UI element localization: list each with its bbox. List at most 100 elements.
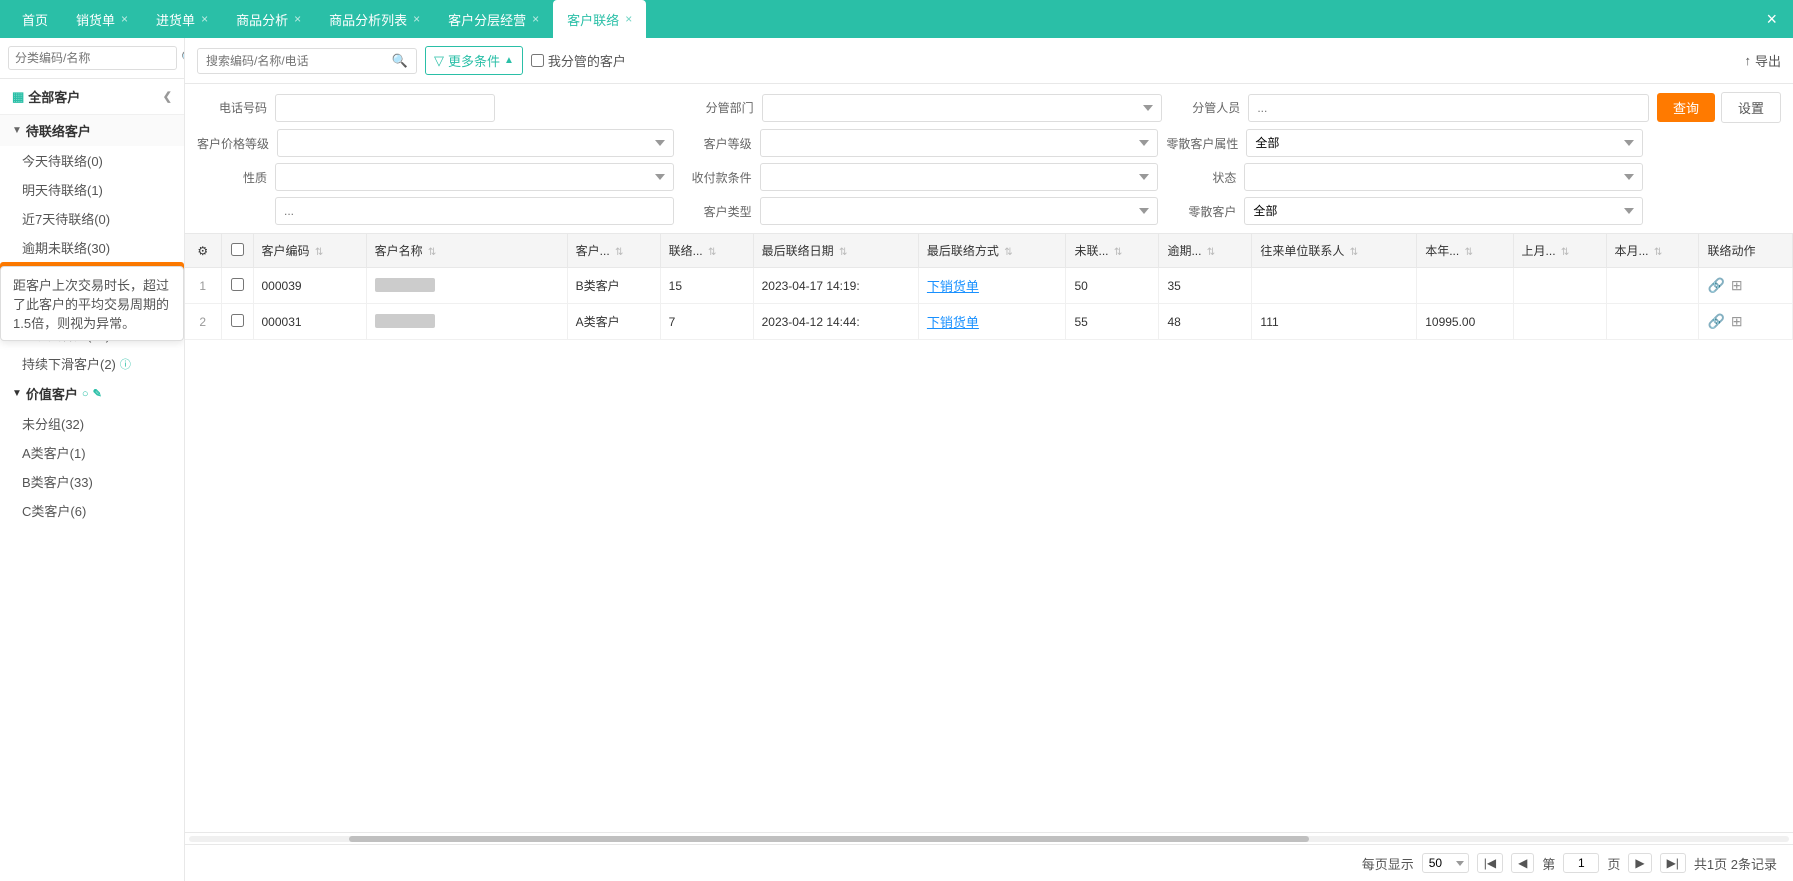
nav-customer-tier[interactable]: 客户分层经营 × bbox=[434, 0, 553, 38]
filter-field-nature: 性质 bbox=[197, 163, 674, 191]
sidebar-value-customers-header[interactable]: ▼ 价值客户 ○ ✎ bbox=[0, 378, 184, 409]
nav-purchase-order[interactable]: 进货单 × bbox=[142, 0, 222, 38]
row2-last-method-link[interactable]: 下销货单 bbox=[927, 315, 979, 330]
sidebar-group-pending-header[interactable]: ▼ 待联络客户 bbox=[0, 115, 184, 146]
toolbar-search-icon[interactable]: 🔍 bbox=[392, 53, 408, 69]
filter-label-price-level: 客户价格等级 bbox=[197, 135, 269, 152]
filter-input-phone[interactable] bbox=[275, 94, 495, 122]
content-area: 🔍 ▽ 更多条件 ▲ 我分管的客户 ↑ 导出 电话号码 bbox=[185, 38, 1793, 881]
th-contact-person[interactable]: 往来单位联系人 ⇅ bbox=[1252, 234, 1417, 268]
my-customer-checkbox[interactable] bbox=[531, 54, 544, 67]
nav-product-analysis-list[interactable]: 商品分析列表 × bbox=[315, 0, 434, 38]
page-number-input[interactable] bbox=[1563, 853, 1599, 873]
th-customer-name[interactable]: 客户名称 ⇅ bbox=[366, 234, 567, 268]
th-contact-count[interactable]: 联络... ⇅ bbox=[660, 234, 753, 268]
filter-label-retail-attr: 零散客户属性 bbox=[1166, 135, 1238, 152]
edit2-icon-value-customers[interactable]: ✎ bbox=[93, 387, 102, 400]
filter-label-customer-level: 客户等级 bbox=[682, 135, 752, 152]
filter-label-status: 状态 bbox=[1166, 169, 1236, 186]
th-unlisted[interactable]: 未联... ⇅ bbox=[1066, 234, 1159, 268]
prev-page-button[interactable]: ◀ bbox=[1511, 853, 1534, 873]
nav-sales-order-close[interactable]: × bbox=[121, 12, 128, 26]
table-body: 1 000039 B类客户 15 2023-04-17 14:19: 下销货单 … bbox=[185, 268, 1793, 340]
page-size-select[interactable]: 50 20 100 bbox=[1422, 853, 1469, 873]
sidebar-item-tomorrow-pending[interactable]: 明天待联络(1) bbox=[0, 175, 184, 204]
last-page-button[interactable]: ▶| bbox=[1660, 853, 1686, 873]
row2-checkbox[interactable] bbox=[231, 314, 244, 327]
nav-home[interactable]: 首页 bbox=[8, 0, 62, 38]
filter-select-status[interactable] bbox=[1244, 163, 1643, 191]
th-customer-type[interactable]: 客户... ⇅ bbox=[567, 234, 660, 268]
nav-customer-contact[interactable]: 客户联络 × bbox=[553, 0, 646, 38]
select-all-checkbox[interactable] bbox=[231, 243, 244, 256]
sidebar-item-unclassified[interactable]: 未分组(32) bbox=[0, 409, 184, 438]
sidebar-all-customers-header[interactable]: ▦ 全部客户 ❮ bbox=[0, 79, 184, 115]
filter-label-payment: 收付款条件 bbox=[682, 169, 752, 186]
th-overdue[interactable]: 逾期... ⇅ bbox=[1159, 234, 1252, 268]
sidebar-item-class-a[interactable]: A类客户(1) bbox=[0, 438, 184, 467]
filter-area: 电话号码 分管部门 分管人员 查询 设置 客户价 bbox=[185, 84, 1793, 234]
nav-customer-contact-close[interactable]: × bbox=[625, 12, 632, 26]
horizontal-scrollbar[interactable] bbox=[185, 832, 1793, 844]
filter-field-payment: 收付款条件 bbox=[682, 163, 1159, 191]
top-nav: 首页 销货单 × 进货单 × 商品分析 × 商品分析列表 × 客户分层经营 × … bbox=[0, 0, 1793, 38]
row2-action-grid-icon[interactable]: ⊞ bbox=[1731, 313, 1743, 330]
filter-input-person[interactable] bbox=[1248, 94, 1649, 122]
query-button[interactable]: 查询 bbox=[1657, 93, 1715, 122]
th-customer-code[interactable]: 客户编码 ⇅ bbox=[253, 234, 366, 268]
sidebar-item-7day-pending[interactable]: 近7天待联络(0) bbox=[0, 204, 184, 233]
row1-checkbox[interactable] bbox=[231, 278, 244, 291]
sidebar-collapse-icon[interactable]: ❮ bbox=[163, 90, 172, 103]
more-conditions-button[interactable]: ▽ 更多条件 ▲ bbox=[425, 46, 523, 75]
settings-button[interactable]: 设置 bbox=[1721, 92, 1781, 123]
row1-overdue: 35 bbox=[1159, 268, 1252, 304]
th-last-contact-method[interactable]: 最后联络方式 ⇅ bbox=[918, 234, 1066, 268]
row2-checkbox-cell bbox=[221, 304, 253, 340]
row1-last-method-link[interactable]: 下销货单 bbox=[927, 279, 979, 294]
nav-product-analysis-close[interactable]: × bbox=[294, 12, 301, 26]
sidebar-search-icon[interactable]: 🔍 bbox=[181, 50, 185, 66]
filter-select-dept[interactable] bbox=[762, 94, 1163, 122]
sidebar-search-input[interactable] bbox=[8, 46, 177, 70]
filter-row-4: 客户类型 零散客户 全部 bbox=[197, 197, 1781, 225]
th-last-month[interactable]: 上月... ⇅ bbox=[1513, 234, 1606, 268]
sidebar-item-today-pending[interactable]: 今天待联络(0) bbox=[0, 146, 184, 175]
filter-input-extra[interactable] bbox=[275, 197, 674, 225]
th-this-month[interactable]: 本月... ⇅ bbox=[1606, 234, 1699, 268]
first-page-button[interactable]: |◀ bbox=[1477, 853, 1503, 873]
sidebar-item-class-c[interactable]: C类客户(6) bbox=[0, 496, 184, 525]
nav-product-analysis-list-close[interactable]: × bbox=[413, 12, 420, 26]
filter-select-customer-level[interactable] bbox=[760, 129, 1159, 157]
filter-select-customer-type[interactable] bbox=[760, 197, 1159, 225]
sidebar-item-overdue-pending[interactable]: 逾期未联络(30) bbox=[0, 233, 184, 262]
nav-product-analysis[interactable]: 商品分析 × bbox=[222, 0, 315, 38]
my-customer-checkbox-area: 我分管的客户 bbox=[531, 51, 626, 70]
close-window-button[interactable]: × bbox=[1758, 9, 1785, 30]
filter-row-3: 性质 收付款条件 状态 bbox=[197, 163, 1781, 191]
row2-action-link-icon[interactable]: 🔗 bbox=[1707, 313, 1724, 330]
th-settings[interactable]: ⚙ bbox=[185, 234, 221, 268]
th-this-year[interactable]: 本年... ⇅ bbox=[1417, 234, 1513, 268]
row1-code: 000039 bbox=[253, 268, 366, 304]
nav-sales-order[interactable]: 销货单 × bbox=[62, 0, 142, 38]
th-last-contact-date[interactable]: 最后联络日期 ⇅ bbox=[753, 234, 918, 268]
row1-action-grid-icon[interactable]: ⊞ bbox=[1731, 277, 1743, 294]
sort-icon-name: ⇅ bbox=[428, 247, 436, 258]
sidebar-item-class-b[interactable]: B类客户(33) bbox=[0, 467, 184, 496]
sidebar-item-declining[interactable]: 持续下滑客户(2) ⓘ bbox=[0, 349, 184, 378]
export-button[interactable]: ↑ 导出 bbox=[1744, 51, 1781, 70]
filter-select-nature[interactable] bbox=[275, 163, 674, 191]
row1-action-link-icon[interactable]: 🔗 bbox=[1707, 277, 1724, 294]
nav-purchase-order-close[interactable]: × bbox=[201, 12, 208, 26]
next-page-button[interactable]: ▶ bbox=[1628, 853, 1651, 873]
toolbar-search-box: 🔍 bbox=[197, 48, 417, 74]
edit-icon-value-customers[interactable]: ○ bbox=[82, 388, 89, 400]
filter-select-price-level[interactable] bbox=[277, 129, 674, 157]
nav-customer-tier-close[interactable]: × bbox=[532, 12, 539, 26]
scroll-thumb[interactable] bbox=[349, 836, 1309, 842]
toolbar-search-input[interactable] bbox=[206, 54, 392, 68]
row2-this-year: 10995.00 bbox=[1417, 304, 1513, 340]
filter-select-payment[interactable] bbox=[760, 163, 1159, 191]
filter-select-retail-customer[interactable]: 全部 bbox=[1244, 197, 1643, 225]
filter-select-retail-attr[interactable]: 全部 bbox=[1246, 129, 1643, 157]
